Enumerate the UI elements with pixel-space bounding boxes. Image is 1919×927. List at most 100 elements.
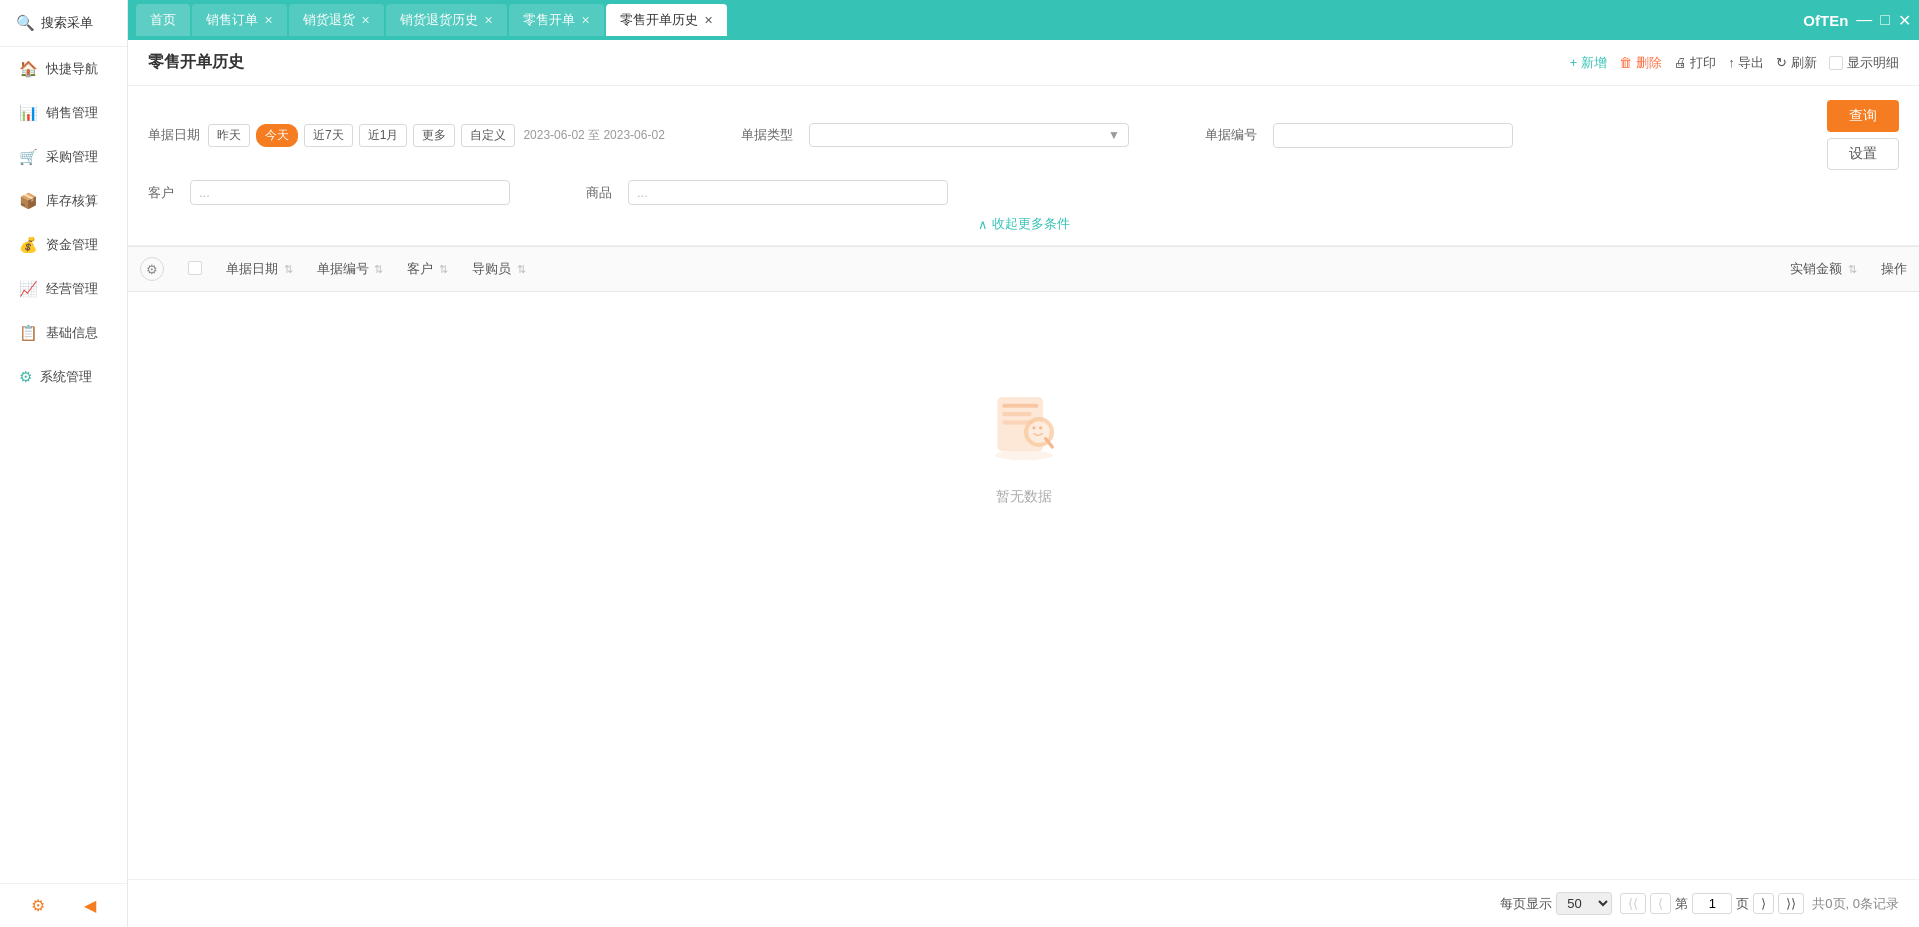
sidebar-item-base-info[interactable]: 📋 基础信息 bbox=[0, 311, 127, 355]
sidebar-item-sys-mgmt[interactable]: ⚙ 系统管理 bbox=[0, 355, 127, 399]
empty-illustration bbox=[974, 372, 1074, 472]
first-page-btn[interactable]: ⟨⟨ bbox=[1620, 893, 1646, 914]
tab-sales-return[interactable]: 销货退货 ✕ bbox=[289, 4, 384, 36]
date-buttons: 昨天 今天 近7天 近1月 更多 自定义 bbox=[208, 124, 515, 147]
tab-home-label: 首页 bbox=[150, 11, 176, 29]
col-customer-label: 客户 bbox=[407, 261, 433, 276]
date-filter-field: 单据日期 昨天 今天 近7天 近1月 更多 自定义 2023-06-02 至 2… bbox=[148, 124, 665, 147]
tab-sales-return-history-close[interactable]: ✕ bbox=[484, 14, 493, 27]
search-menu-item[interactable]: 🔍 搜索采单 bbox=[0, 0, 127, 47]
col-amount-label: 实销金额 bbox=[1790, 261, 1842, 276]
col-date-header: 单据日期 ⇅ bbox=[214, 247, 305, 292]
col-date-sort-icon[interactable]: ⇅ bbox=[284, 263, 293, 275]
prev-page-btn[interactable]: ⟨ bbox=[1650, 893, 1671, 914]
col-billno-sort-icon[interactable]: ⇅ bbox=[374, 263, 383, 275]
bill-type-filter-field: 单据类型 ▼ bbox=[741, 123, 1129, 147]
goods-value: ... bbox=[637, 185, 939, 200]
page-number-input[interactable] bbox=[1692, 893, 1732, 914]
date-btn-today[interactable]: 今天 bbox=[256, 124, 298, 147]
bill-type-select[interactable]: ▼ bbox=[809, 123, 1129, 147]
sidebar-item-inventory[interactable]: 📦 库存核算 bbox=[0, 179, 127, 223]
sys-mgmt-icon: ⚙ bbox=[19, 368, 32, 386]
query-button[interactable]: 查询 bbox=[1827, 100, 1899, 132]
tab-retail-open-close[interactable]: ✕ bbox=[581, 14, 590, 27]
tab-retail-open[interactable]: 零售开单 ✕ bbox=[509, 4, 604, 36]
col-customer-sort-icon[interactable]: ⇅ bbox=[439, 263, 448, 275]
last-page-btn[interactable]: ⟩⟩ bbox=[1778, 893, 1804, 914]
filter-row-2: 客户 ... 商品 ... bbox=[148, 180, 1899, 205]
customer-label: 客户 bbox=[148, 184, 174, 202]
collapse-icon: ∧ bbox=[978, 217, 988, 232]
table-settings-gear[interactable]: ⚙ bbox=[140, 257, 164, 281]
operations-icon: 📈 bbox=[19, 280, 38, 298]
sidebar-item-label: 经营管理 bbox=[46, 280, 98, 298]
tab-home[interactable]: 首页 bbox=[136, 4, 190, 36]
select-all-checkbox[interactable] bbox=[188, 261, 202, 275]
bill-no-input[interactable] bbox=[1273, 123, 1513, 148]
tab-sales-return-history[interactable]: 销货退货历史 ✕ bbox=[386, 4, 507, 36]
date-label: 单据日期 bbox=[148, 126, 200, 144]
col-customer-header: 客户 ⇅ bbox=[395, 247, 460, 292]
bill-type-label: 单据类型 bbox=[741, 126, 793, 144]
date-btn-7days[interactable]: 近7天 bbox=[304, 124, 353, 147]
collapse-sidebar-btn[interactable]: ◀ bbox=[84, 896, 96, 915]
sidebar-item-quick-nav[interactable]: 🏠 快捷导航 bbox=[0, 47, 127, 91]
tab-sales-order[interactable]: 销售订单 ✕ bbox=[192, 4, 287, 36]
col-operation-label: 操作 bbox=[1881, 261, 1907, 276]
sidebar-item-label: 销售管理 bbox=[46, 104, 98, 122]
col-amount-header: 实销金额 ⇅ bbox=[1778, 247, 1869, 292]
delete-button[interactable]: 🗑 删除 bbox=[1619, 54, 1662, 72]
display-detail-checkbox[interactable]: 显示明细 bbox=[1829, 54, 1899, 72]
settings-icon-btn[interactable]: ⚙ bbox=[31, 896, 45, 915]
col-operation-header: 操作 bbox=[1869, 247, 1919, 292]
close-btn[interactable]: ✕ bbox=[1898, 11, 1911, 30]
print-button[interactable]: 🖨 打印 bbox=[1674, 54, 1717, 72]
sidebar-item-label: 采购管理 bbox=[46, 148, 98, 166]
col-salesperson-sort-icon[interactable]: ⇅ bbox=[517, 263, 526, 275]
bill-no-label: 单据编号 bbox=[1205, 126, 1257, 144]
sidebar-item-sales-mgmt[interactable]: 📊 销售管理 bbox=[0, 91, 127, 135]
sidebar-item-finance[interactable]: 💰 资金管理 bbox=[0, 223, 127, 267]
next-page-btn[interactable]: ⟩ bbox=[1753, 893, 1774, 914]
col-amount-sort-icon[interactable]: ⇅ bbox=[1848, 263, 1857, 275]
sidebar-item-label: 快捷导航 bbox=[46, 60, 98, 78]
svg-point-0 bbox=[994, 450, 1052, 460]
per-page-select[interactable]: 10 20 50 100 bbox=[1556, 892, 1612, 915]
sidebar: 🔍 搜索采单 🏠 快捷导航 📊 销售管理 🛒 采购管理 📦 库存核算 💰 资金管… bbox=[0, 0, 128, 927]
pagination: 每页显示 10 20 50 100 ⟨⟨ ⟨ 第 页 ⟩ ⟩⟩ 共0页, 0条记… bbox=[128, 879, 1919, 927]
collapse-label: 收起更多条件 bbox=[992, 215, 1070, 233]
content-area: 零售开单历史 + 新增 🗑 删除 🖨 打印 ↑ 导出 ↻ 刷新 显示明细 单据日… bbox=[128, 40, 1919, 927]
col-billno-header: 单据编号 ⇅ bbox=[305, 247, 396, 292]
add-button[interactable]: + 新增 bbox=[1570, 54, 1607, 72]
goods-select[interactable]: ... bbox=[628, 180, 948, 205]
col-salesperson-label: 导购员 bbox=[472, 261, 511, 276]
svg-point-9 bbox=[1039, 426, 1042, 429]
sidebar-item-operations[interactable]: 📈 经营管理 bbox=[0, 267, 127, 311]
tab-sales-return-close[interactable]: ✕ bbox=[361, 14, 370, 27]
sidebar-item-purchase-mgmt[interactable]: 🛒 采购管理 bbox=[0, 135, 127, 179]
svg-rect-2 bbox=[1002, 404, 1038, 408]
tab-sales-order-close[interactable]: ✕ bbox=[264, 14, 273, 27]
col-billno-label: 单据编号 bbox=[317, 261, 369, 276]
filter-settings-button[interactable]: 设置 bbox=[1827, 138, 1899, 170]
data-table: ⚙ 单据日期 ⇅ 单据编号 ⇅ bbox=[128, 246, 1919, 586]
refresh-button[interactable]: ↻ 刷新 bbox=[1776, 54, 1817, 72]
date-btn-1month[interactable]: 近1月 bbox=[359, 124, 408, 147]
minimize-btn[interactable]: — bbox=[1856, 11, 1872, 29]
date-btn-custom[interactable]: 自定义 bbox=[461, 124, 515, 147]
collapse-filter-btn[interactable]: ∧ 收起更多条件 bbox=[148, 215, 1899, 233]
tabs-bar: 首页 销售订单 ✕ 销货退货 ✕ 销货退货历史 ✕ 零售开单 ✕ 零售开单历史 … bbox=[128, 0, 1919, 40]
svg-point-8 bbox=[1032, 426, 1035, 429]
sidebar-item-label: 基础信息 bbox=[46, 324, 98, 342]
tab-sales-return-label: 销货退货 bbox=[303, 11, 355, 29]
main-area: 首页 销售订单 ✕ 销货退货 ✕ 销货退货历史 ✕ 零售开单 ✕ 零售开单历史 … bbox=[128, 0, 1919, 927]
tab-retail-open-history[interactable]: 零售开单历史 ✕ bbox=[606, 4, 727, 36]
restore-btn[interactable]: □ bbox=[1880, 11, 1890, 29]
export-button[interactable]: ↑ 导出 bbox=[1728, 54, 1764, 72]
header-actions: + 新增 🗑 删除 🖨 打印 ↑ 导出 ↻ 刷新 显示明细 bbox=[1570, 54, 1899, 72]
date-btn-more[interactable]: 更多 bbox=[413, 124, 455, 147]
tab-retail-open-history-close[interactable]: ✕ bbox=[704, 14, 713, 27]
sales-icon: 📊 bbox=[19, 104, 38, 122]
customer-select[interactable]: ... bbox=[190, 180, 510, 205]
date-btn-yesterday[interactable]: 昨天 bbox=[208, 124, 250, 147]
